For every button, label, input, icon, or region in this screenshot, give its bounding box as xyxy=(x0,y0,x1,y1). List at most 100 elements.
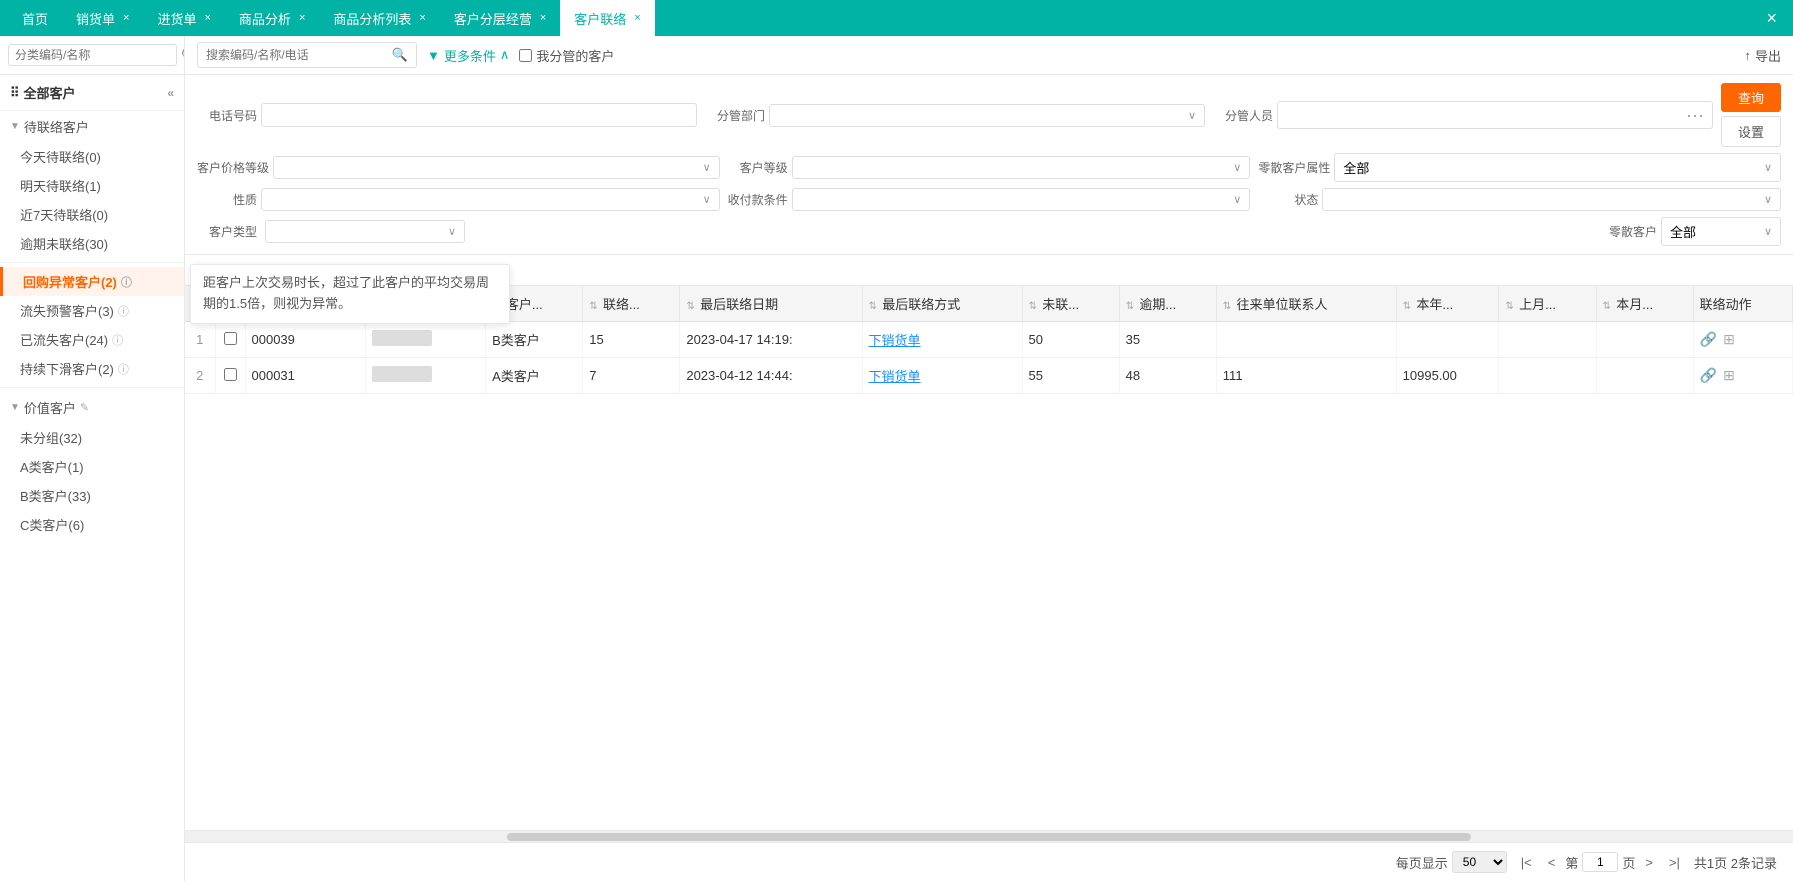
filter-row-3: 性质 ∨ 收付款条件 ∨ 状态 xyxy=(197,188,1781,211)
th-contact-count[interactable]: ⇅ 联络... xyxy=(583,286,680,322)
close-icon[interactable]: × xyxy=(419,12,425,24)
settings-button[interactable]: 设置 xyxy=(1721,116,1781,147)
sidebar-item-a-class[interactable]: A类客户(1) xyxy=(0,452,184,481)
th-overdue[interactable]: ⇅ 逾期... xyxy=(1119,286,1216,322)
pagination-bar: 每页显示 50 10 20 100 |< < 第 页 > >| 共1页 2条记录 xyxy=(185,842,1793,881)
blurred-name xyxy=(372,366,432,382)
sidebar-item-b-class[interactable]: B类客户(33) xyxy=(0,481,184,510)
sidebar-group-pending-contact[interactable]: ▼ 待联络客户 xyxy=(0,111,184,142)
close-icon[interactable]: × xyxy=(123,12,129,24)
first-page-button[interactable]: |< xyxy=(1515,853,1538,872)
sidebar-item-abnormal-repurchase[interactable]: 回购异常客户(2) ⓘ xyxy=(0,267,184,296)
th-contact-person[interactable]: ⇅ 往来单位联系人 xyxy=(1216,286,1396,322)
more-conditions-button[interactable]: ▼ 更多条件 ∧ xyxy=(427,46,509,65)
retail-customer-select[interactable]: 全部 ∨ xyxy=(1661,217,1781,246)
horizontal-scrollbar[interactable] xyxy=(185,830,1793,842)
last-month-amount xyxy=(1499,358,1596,394)
sidebar-group-value-customers[interactable]: ▼ 价值客户 ✎ xyxy=(0,392,184,423)
sidebar-item-declining-customers[interactable]: 持续下滑客户(2) ⓘ xyxy=(0,354,184,383)
contact-person: 111 xyxy=(1216,358,1396,394)
customer-grade-select[interactable]: ∨ xyxy=(792,156,1251,179)
chevron-down-icon: ∨ xyxy=(1764,225,1772,238)
sidebar-item-ungrouped[interactable]: 未分组(32) xyxy=(0,423,184,452)
phone-input[interactable] xyxy=(261,103,697,127)
export-button[interactable]: ↑ 导出 xyxy=(1744,46,1781,65)
status-select[interactable]: ∨ xyxy=(1322,188,1781,211)
th-uncontacted[interactable]: ⇅ 未联... xyxy=(1022,286,1119,322)
customer-type-select[interactable]: ∨ xyxy=(265,220,465,243)
edit-icon[interactable]: ✎ xyxy=(80,401,89,414)
nav-tab-sales[interactable]: 销货单 × xyxy=(62,0,143,36)
customer-code: 000039 xyxy=(245,322,365,358)
th-last-contact-date[interactable]: ⇅ 最后联络日期 xyxy=(680,286,862,322)
sidebar-item-overdue-contact[interactable]: 逾期未联络(30) xyxy=(0,229,184,258)
link-icon[interactable]: 🔗 xyxy=(1700,331,1717,348)
retail-attr-select[interactable]: 全部 ∨ xyxy=(1334,153,1781,182)
filter-row-4: 客户类型 ∨ 零散客户 全部 ∨ xyxy=(197,217,1781,246)
per-page-select[interactable]: 50 10 20 100 xyxy=(1452,851,1507,873)
row-index: 1 xyxy=(185,322,215,358)
sidebar-item-tomorrow-contact[interactable]: 明天待联络(1) xyxy=(0,171,184,200)
scrollbar-thumb[interactable] xyxy=(507,833,1472,841)
page-number-input[interactable] xyxy=(1582,852,1618,872)
contact-count: 15 xyxy=(583,322,680,358)
nav-tab-home[interactable]: 首页 xyxy=(8,0,62,36)
info-icon: ⓘ xyxy=(121,274,132,290)
nav-tab-purchase[interactable]: 进货单 × xyxy=(143,0,224,36)
sidebar-item-today-contact[interactable]: 今天待联络(0) xyxy=(0,142,184,171)
sort-icon: ⇅ xyxy=(1029,301,1037,312)
grid-icon[interactable]: ⊞ xyxy=(1723,331,1735,348)
more-icon[interactable]: ··· xyxy=(1686,106,1704,124)
contact-count: 7 xyxy=(583,358,680,394)
chevron-down-icon: ∨ xyxy=(1764,193,1772,206)
sidebar-item-churn-warning[interactable]: 流失预警客户(3) ⓘ xyxy=(0,296,184,325)
dept-select[interactable]: ∨ xyxy=(769,104,1205,127)
close-all-button[interactable]: × xyxy=(1758,8,1785,29)
my-customers-checkbox-label[interactable]: 我分管的客户 xyxy=(519,46,614,65)
sidebar-item-7day-contact[interactable]: 近7天待联络(0) xyxy=(0,200,184,229)
close-icon[interactable]: × xyxy=(204,12,210,24)
th-last-month[interactable]: ⇅ 上月... xyxy=(1499,286,1596,322)
search-icon[interactable]: 🔍 xyxy=(392,47,408,63)
sidebar: 🔍 ⠿ 全部客户 « ▼ 待联络客户 今天待联络(0) 明天待联络(1) 近7天… xyxy=(0,36,185,881)
my-customers-checkbox[interactable] xyxy=(519,49,532,62)
row-checkbox[interactable] xyxy=(224,368,237,381)
price-grade-select[interactable]: ∨ xyxy=(273,156,720,179)
close-icon[interactable]: × xyxy=(299,12,305,24)
last-page-button[interactable]: >| xyxy=(1663,853,1686,872)
payment-select[interactable]: ∨ xyxy=(792,188,1251,211)
manager-select[interactable]: ··· xyxy=(1277,101,1713,129)
nav-tab-customer-contact[interactable]: 客户联络 × xyxy=(560,0,654,36)
gender-select[interactable]: ∨ xyxy=(261,188,720,211)
prev-page-button[interactable]: < xyxy=(1542,853,1562,872)
contact-method-link[interactable]: 下销货单 xyxy=(869,333,921,348)
filter-customer-type: 客户类型 ∨ xyxy=(197,220,465,243)
close-icon[interactable]: × xyxy=(540,12,546,24)
sidebar-item-lost-customers[interactable]: 已流失客户(24) ⓘ xyxy=(0,325,184,354)
sort-icon: ⇅ xyxy=(589,301,597,312)
sort-icon: ⇅ xyxy=(1603,301,1611,312)
nav-tab-customer-segment[interactable]: 客户分层经营 × xyxy=(440,0,560,36)
th-last-contact-method[interactable]: ⇅ 最后联络方式 xyxy=(862,286,1022,322)
th-current-year[interactable]: ⇅ 本年... xyxy=(1396,286,1499,322)
th-current-month[interactable]: ⇅ 本月... xyxy=(1596,286,1693,322)
sidebar-all-customers[interactable]: ⠿ 全部客户 « xyxy=(0,75,184,111)
row-checkbox[interactable] xyxy=(224,332,237,345)
current-year-amount xyxy=(1396,322,1499,358)
sidebar-item-c-class[interactable]: C类客户(6) xyxy=(0,510,184,539)
contact-method-link[interactable]: 下销货单 xyxy=(869,369,921,384)
uncontacted-days: 55 xyxy=(1022,358,1119,394)
action-cell: 🔗 ⊞ xyxy=(1693,322,1792,358)
link-icon[interactable]: 🔗 xyxy=(1700,367,1717,384)
nav-tab-analysis-list[interactable]: 商品分析列表 × xyxy=(319,0,439,36)
table-area: ⚙ ⇅ 客户编码 ⇅ 客户名称 xyxy=(185,255,1793,830)
filter-search-input[interactable] xyxy=(206,48,388,62)
collapse-icon[interactable]: « xyxy=(167,86,174,100)
sidebar-search-input[interactable] xyxy=(8,44,177,66)
close-icon[interactable]: × xyxy=(634,12,640,24)
next-page-button[interactable]: > xyxy=(1639,853,1659,872)
action-icons: 🔗 ⊞ xyxy=(1700,331,1786,348)
query-button[interactable]: 查询 xyxy=(1721,83,1781,112)
nav-tab-analysis[interactable]: 商品分析 × xyxy=(225,0,319,36)
grid-icon[interactable]: ⊞ xyxy=(1723,367,1735,384)
